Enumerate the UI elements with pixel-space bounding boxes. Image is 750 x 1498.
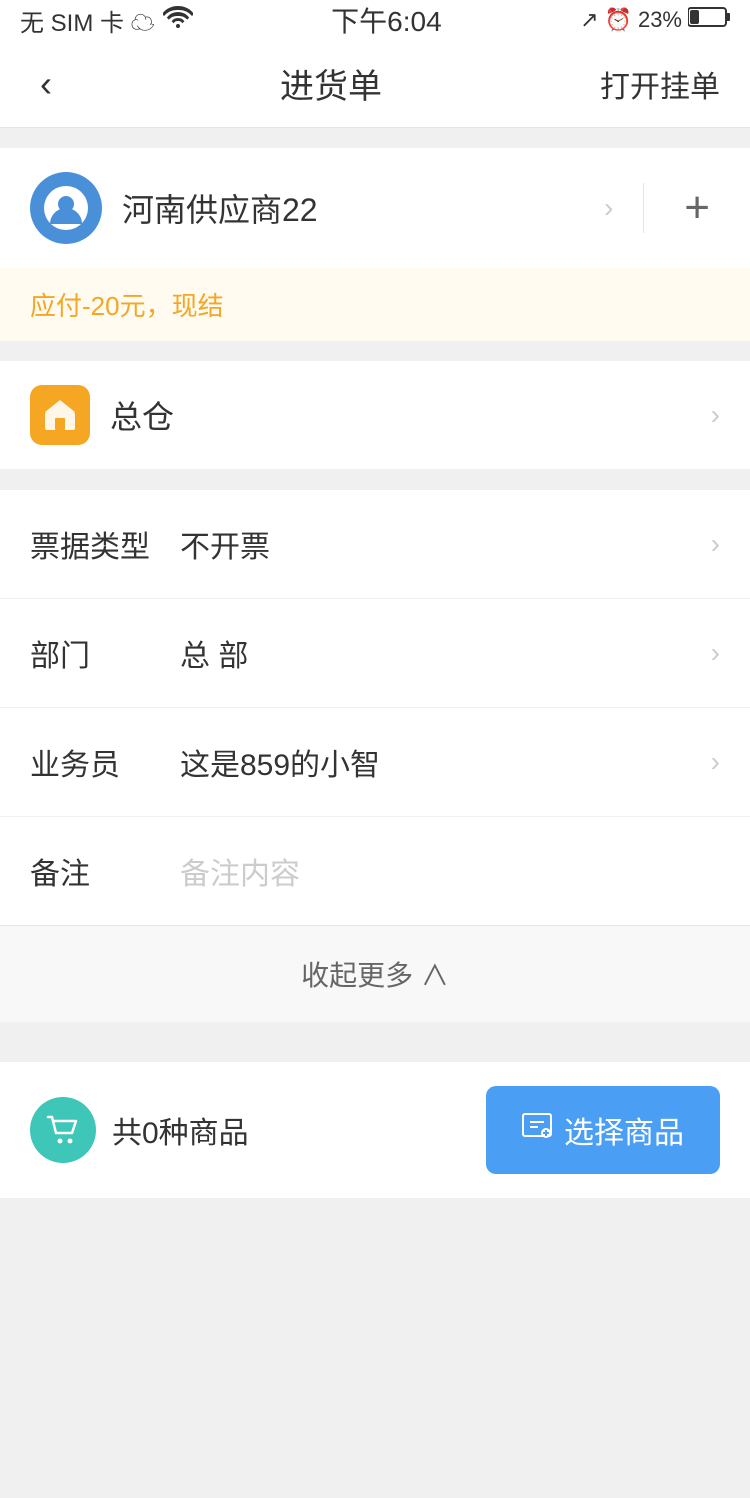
- cart-icon: [30, 1097, 96, 1163]
- warehouse-icon: [30, 385, 90, 445]
- warehouse-name: 总仓: [110, 392, 711, 438]
- ticket-type-label: 票据类型: [30, 522, 160, 566]
- department-row[interactable]: 部门 总 部 ›: [0, 598, 750, 707]
- ticket-type-value: 不开票: [160, 522, 711, 566]
- wifi-icon: [163, 6, 193, 35]
- supplier-avatar: [30, 172, 102, 244]
- status-left: 无 SIM 卡 ☁: [20, 3, 193, 38]
- nav-bar: ‹ 进货单 打开挂单: [0, 40, 750, 128]
- department-label: 部门: [30, 631, 160, 675]
- select-product-label: 选择商品: [564, 1108, 684, 1152]
- page-title: 进货单: [280, 59, 382, 108]
- product-count-area: 共0种商品: [30, 1097, 249, 1163]
- salesperson-label: 业务员: [30, 740, 160, 784]
- supplier-section: 河南供应商22 › + 应付-20元，现结: [0, 148, 750, 341]
- section-divider-2: [0, 341, 750, 361]
- remark-row[interactable]: 备注 备注内容: [0, 816, 750, 925]
- salesperson-chevron-icon: ›: [711, 746, 720, 778]
- remark-input[interactable]: 备注内容: [160, 849, 720, 893]
- open-pending-button[interactable]: 打开挂单: [600, 62, 720, 106]
- section-divider-1: [0, 128, 750, 148]
- ticket-type-chevron-icon: ›: [711, 528, 720, 560]
- back-button[interactable]: ‹: [30, 53, 62, 115]
- notice-bar: 应付-20元，现结: [0, 268, 750, 341]
- department-chevron-icon: ›: [711, 637, 720, 669]
- salesperson-value: 这是859的小智: [160, 740, 711, 784]
- supplier-row[interactable]: 河南供应商22 › +: [0, 148, 750, 268]
- battery-icon: [688, 6, 730, 34]
- status-right: ↗ ⏰ 23%: [580, 6, 730, 34]
- ticket-type-row[interactable]: 票据类型 不开票 ›: [0, 489, 750, 598]
- alarm-icon: ⏰: [605, 7, 632, 33]
- warehouse-chevron-icon: ›: [711, 399, 720, 431]
- warehouse-section: 总仓 ›: [0, 361, 750, 469]
- vertical-divider: [643, 183, 644, 233]
- form-section: 票据类型 不开票 › 部门 总 部 › 业务员 这是859的小智 › 备注 备注…: [0, 489, 750, 925]
- bottom-bar: 共0种商品 选择商品: [0, 1062, 750, 1198]
- add-supplier-button[interactable]: +: [674, 173, 720, 243]
- select-product-icon: [522, 1113, 552, 1147]
- notice-text: 应付-20元，现结: [30, 291, 224, 321]
- select-product-button[interactable]: 选择商品: [486, 1086, 720, 1174]
- warehouse-row[interactable]: 总仓 ›: [0, 361, 750, 469]
- page-background: [0, 1198, 750, 1498]
- department-value: 总 部: [160, 631, 711, 675]
- remark-label: 备注: [30, 849, 160, 893]
- supplier-name: 河南供应商22: [122, 185, 604, 231]
- section-divider-3: [0, 469, 750, 489]
- battery-text: 23%: [638, 7, 682, 33]
- collapse-label: 收起更多 ∧: [301, 960, 449, 991]
- avatar-inner: [44, 186, 88, 230]
- collapse-button[interactable]: 收起更多 ∧: [0, 925, 750, 1022]
- location-icon: ↗: [580, 7, 598, 33]
- product-count-text: 共0种商品: [112, 1108, 249, 1152]
- no-sim-text: 无 SIM 卡 ☁: [20, 3, 155, 38]
- supplier-chevron-icon: ›: [604, 192, 613, 224]
- salesperson-row[interactable]: 业务员 这是859的小智 ›: [0, 707, 750, 816]
- status-bar: 无 SIM 卡 ☁ 下午6:04 ↗ ⏰ 23%: [0, 0, 750, 40]
- section-divider-4: [0, 1022, 750, 1042]
- status-time: 下午6:04: [331, 0, 442, 40]
